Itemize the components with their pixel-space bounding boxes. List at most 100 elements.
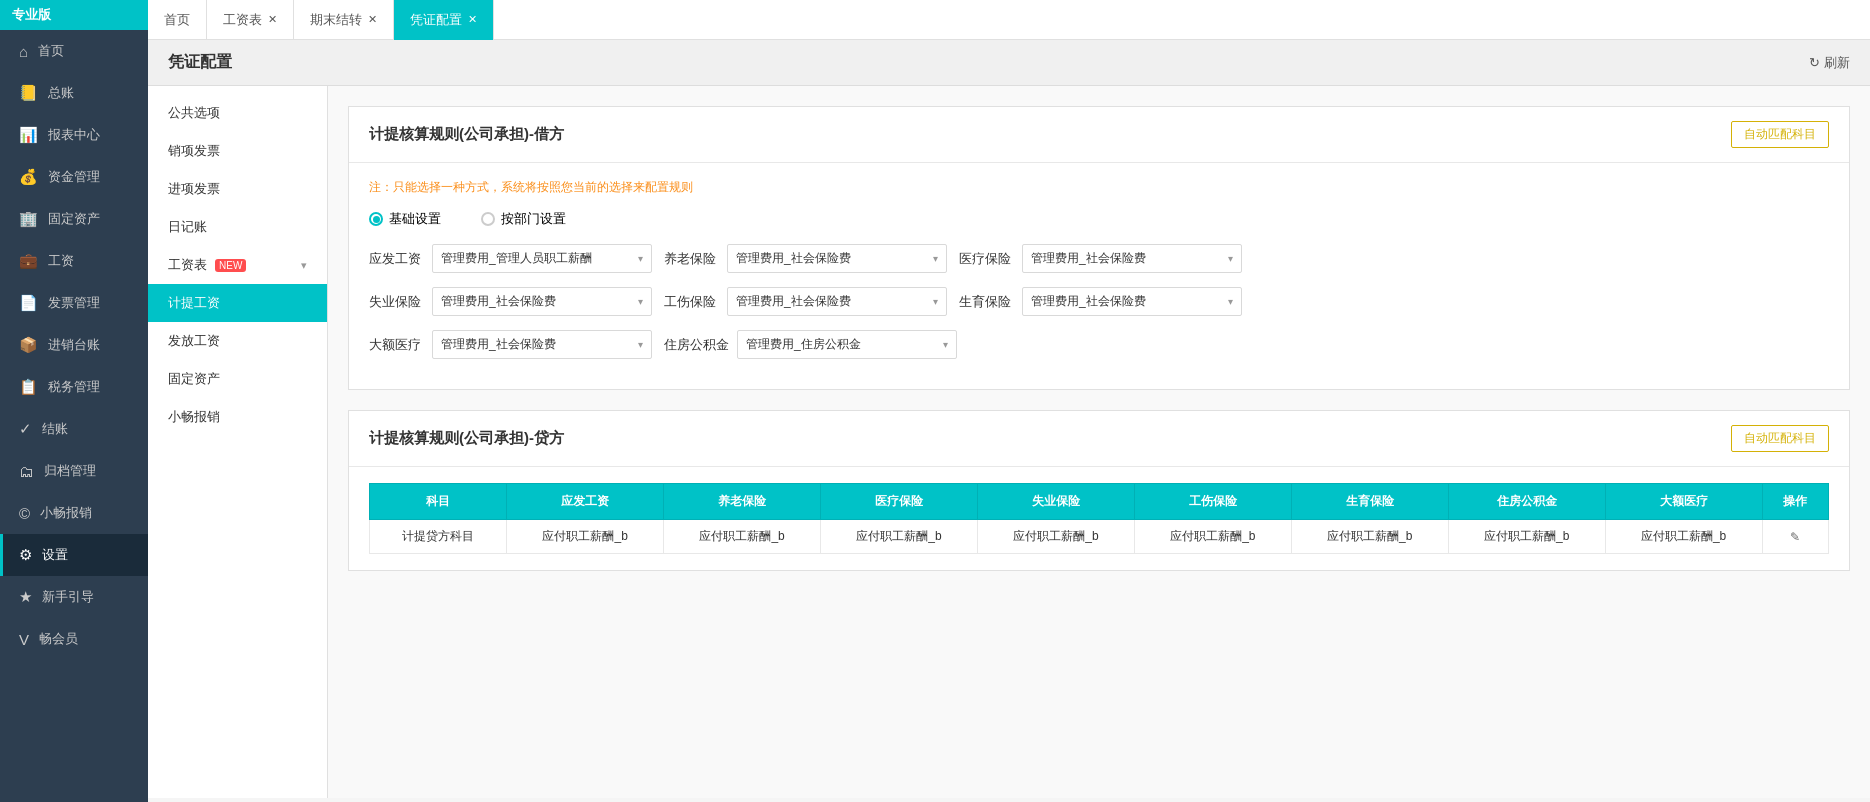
credit-section: 计提核算规则(公司承担)-贷方 自动匹配科目 科目 应发工资 养老保险 医疗保险 bbox=[348, 410, 1850, 571]
sidebar-item-home[interactable]: ⌂ 首页 bbox=[0, 30, 148, 72]
tax-icon: 📋 bbox=[19, 378, 38, 396]
nav-journal[interactable]: 日记账 bbox=[148, 208, 327, 246]
select-yingfa-value: 管理费用_管理人员职工薪酬 bbox=[441, 250, 592, 267]
form-item-gongjijin: 住房公积金 管理费用_住房公积金 ▾ bbox=[664, 330, 957, 359]
radio-basic-label: 基础设置 bbox=[389, 210, 441, 228]
select-shiye[interactable]: 管理费用_社会保险费 ▾ bbox=[432, 287, 652, 316]
sidebar-item-label: 归档管理 bbox=[44, 462, 96, 480]
chevron-down-icon: ▾ bbox=[933, 296, 938, 307]
tab-salary-table[interactable]: 工资表 ✕ bbox=[207, 0, 294, 40]
radio-basic[interactable]: 基础设置 bbox=[369, 210, 441, 228]
main-area: 首页 工资表 ✕ 期末结转 ✕ 凭证配置 ✕ 凭证配置 ↻ 刷新 bbox=[148, 0, 1870, 802]
select-daeliao-value: 管理费用_社会保险费 bbox=[441, 336, 556, 353]
select-daeliao[interactable]: 管理费用_社会保险费 ▾ bbox=[432, 330, 652, 359]
select-yanglao[interactable]: 管理费用_社会保险费 ▾ bbox=[727, 244, 947, 273]
radio-dept[interactable]: 按部门设置 bbox=[481, 210, 566, 228]
select-gongshang[interactable]: 管理费用_社会保险费 ▾ bbox=[727, 287, 947, 316]
form-item-shengyu: 生育保险 管理费用_社会保险费 ▾ bbox=[959, 287, 1242, 316]
sidebar-item-fund[interactable]: 💰 资金管理 bbox=[0, 156, 148, 198]
label-yanglao: 养老保险 bbox=[664, 250, 719, 268]
form-row-2: 失业保险 管理费用_社会保险费 ▾ 工伤保险 管理费用_社会保险费 bbox=[369, 287, 1829, 316]
nav-xiaochang-exp[interactable]: 小畅报销 bbox=[148, 398, 327, 436]
td-gongshang: 应付职工薪酬_b bbox=[1134, 520, 1291, 554]
form-item-yanglao: 养老保险 管理费用_社会保险费 ▾ bbox=[664, 244, 947, 273]
nav-salary-table[interactable]: 工资表 NEW ▾ bbox=[148, 246, 327, 284]
th-yanglao: 养老保险 bbox=[664, 484, 821, 520]
credit-auto-match-button[interactable]: 自动匹配科目 bbox=[1731, 425, 1829, 452]
sidebar-item-label: 总账 bbox=[48, 84, 74, 102]
home-icon: ⌂ bbox=[19, 43, 28, 60]
sidebar-item-report[interactable]: 📊 报表中心 bbox=[0, 114, 148, 156]
sidebar-item-vip[interactable]: V 畅会员 bbox=[0, 618, 148, 660]
form-item-shiye: 失业保险 管理费用_社会保险费 ▾ bbox=[369, 287, 652, 316]
th-gongjijin: 住房公积金 bbox=[1448, 484, 1605, 520]
sidebar-item-tax[interactable]: 📋 税务管理 bbox=[0, 366, 148, 408]
label-daeliao: 大额医疗 bbox=[369, 336, 424, 354]
th-shengyu: 生育保险 bbox=[1291, 484, 1448, 520]
edit-icon[interactable]: ✎ bbox=[1790, 530, 1800, 544]
nav-public[interactable]: 公共选项 bbox=[148, 94, 327, 132]
tab-voucher-close[interactable]: ✕ bbox=[468, 13, 477, 26]
sidebar-item-close[interactable]: ✓ 结账 bbox=[0, 408, 148, 450]
form-row-1: 应发工资 管理费用_管理人员职工薪酬 ▾ 养老保险 管理费用_社会保险费 bbox=[369, 244, 1829, 273]
sidebar-item-label: 新手引导 bbox=[42, 588, 94, 606]
nav-fixed-assets[interactable]: 固定资产 bbox=[148, 360, 327, 398]
sidebar-item-trade[interactable]: 📦 进销台账 bbox=[0, 324, 148, 366]
left-nav: 公共选项 销项发票 进项发票 日记账 工资表 NEW ▾ 计提工资 bbox=[148, 86, 328, 798]
tab-period-close-btn[interactable]: ✕ bbox=[368, 13, 377, 26]
sidebar-item-archive[interactable]: 🗂 归档管理 bbox=[0, 450, 148, 492]
nav-purchase-invoice[interactable]: 进项发票 bbox=[148, 170, 327, 208]
select-shiye-value: 管理费用_社会保险费 bbox=[441, 293, 556, 310]
radio-dept-circle bbox=[481, 212, 495, 226]
sidebar-item-xiaochang[interactable]: © 小畅报销 bbox=[0, 492, 148, 534]
sidebar-item-settings[interactable]: ⚙ 设置 bbox=[0, 534, 148, 576]
sidebar-item-guide[interactable]: ★ 新手引导 bbox=[0, 576, 148, 618]
invoice-icon: 📄 bbox=[19, 294, 38, 312]
select-yingfa[interactable]: 管理费用_管理人员职工薪酬 ▾ bbox=[432, 244, 652, 273]
td-shengyu: 应付职工薪酬_b bbox=[1291, 520, 1448, 554]
content-layout: 公共选项 销项发票 进项发票 日记账 工资表 NEW ▾ 计提工资 bbox=[148, 86, 1870, 798]
sidebar-item-invoice[interactable]: 📄 发票管理 bbox=[0, 282, 148, 324]
tab-salary-close[interactable]: ✕ bbox=[268, 13, 277, 26]
tab-home[interactable]: 首页 bbox=[148, 0, 207, 40]
td-yingfa: 应付职工薪酬_b bbox=[507, 520, 664, 554]
credit-section-header: 计提核算规则(公司承担)-贷方 自动匹配科目 bbox=[349, 411, 1849, 467]
td-yanglao: 应付职工薪酬_b bbox=[664, 520, 821, 554]
refresh-button[interactable]: ↻ 刷新 bbox=[1809, 54, 1850, 72]
label-shengyu: 生育保险 bbox=[959, 293, 1014, 311]
sidebar-item-label: 首页 bbox=[38, 42, 64, 60]
radio-basic-circle bbox=[369, 212, 383, 226]
td-subject: 计提贷方科目 bbox=[370, 520, 507, 554]
td-gongjijin: 应付职工薪酬_b bbox=[1448, 520, 1605, 554]
salary-icon: 💼 bbox=[19, 252, 38, 270]
tab-period-close[interactable]: 期末结转 ✕ bbox=[294, 0, 394, 40]
sidebar: 专业版 ⌂ 首页 📒 总账 📊 报表中心 💰 资金管理 🏢 固定资产 💼 工资 … bbox=[0, 0, 148, 802]
debit-note: 注：只能选择一种方式，系统将按照您当前的选择来配置规则 bbox=[369, 179, 1829, 196]
nav-calc-salary[interactable]: 计提工资 bbox=[148, 284, 327, 322]
sidebar-item-ledger[interactable]: 📒 总账 bbox=[0, 72, 148, 114]
select-gongjijin-value: 管理费用_住房公积金 bbox=[746, 336, 861, 353]
nav-sales-invoice[interactable]: 销项发票 bbox=[148, 132, 327, 170]
sidebar-item-label: 税务管理 bbox=[48, 378, 100, 396]
sidebar-item-asset[interactable]: 🏢 固定资产 bbox=[0, 198, 148, 240]
td-yiliao: 应付职工薪酬_b bbox=[821, 520, 978, 554]
close-icon: ✓ bbox=[19, 420, 32, 438]
radio-dept-label: 按部门设置 bbox=[501, 210, 566, 228]
new-badge: NEW bbox=[215, 259, 246, 272]
select-shengyu[interactable]: 管理费用_社会保险费 ▾ bbox=[1022, 287, 1242, 316]
sidebar-item-label: 结账 bbox=[42, 420, 68, 438]
tab-salary-label: 工资表 bbox=[223, 11, 262, 29]
form-item-gongshang: 工伤保险 管理费用_社会保险费 ▾ bbox=[664, 287, 947, 316]
select-gongjijin[interactable]: 管理费用_住房公积金 ▾ bbox=[737, 330, 957, 359]
credit-table: 科目 应发工资 养老保险 医疗保险 失业保险 工伤保险 生育保险 住房公积金 大… bbox=[369, 483, 1829, 554]
th-shiye: 失业保险 bbox=[977, 484, 1134, 520]
debit-auto-match-button[interactable]: 自动匹配科目 bbox=[1731, 121, 1829, 148]
select-yiliao[interactable]: 管理费用_社会保险费 ▾ bbox=[1022, 244, 1242, 273]
sidebar-item-label: 资金管理 bbox=[48, 168, 100, 186]
th-daeliao: 大额医疗 bbox=[1605, 484, 1762, 520]
th-action: 操作 bbox=[1762, 484, 1828, 520]
tab-voucher-config[interactable]: 凭证配置 ✕ bbox=[394, 0, 494, 40]
td-action[interactable]: ✎ bbox=[1762, 520, 1828, 554]
sidebar-item-salary[interactable]: 💼 工资 bbox=[0, 240, 148, 282]
nav-pay-salary[interactable]: 发放工资 bbox=[148, 322, 327, 360]
